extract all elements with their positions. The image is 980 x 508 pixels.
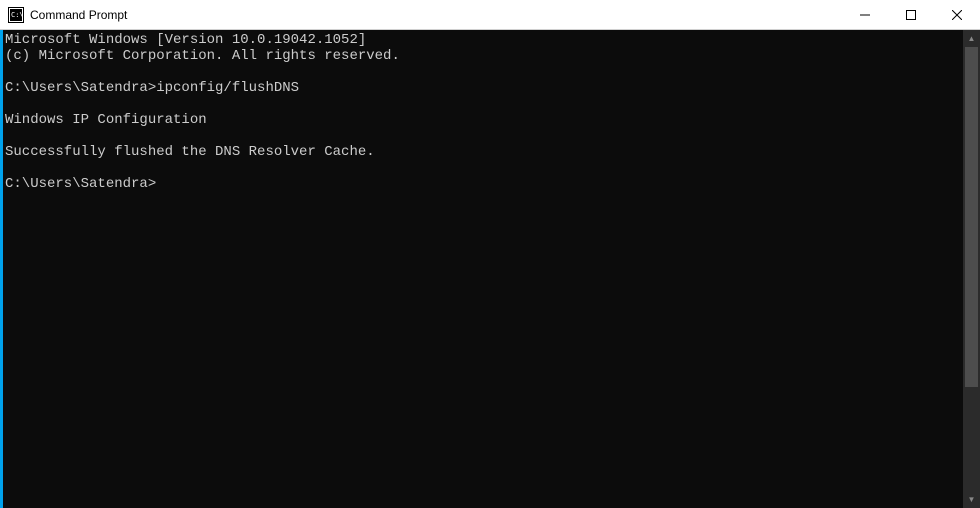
minimize-button[interactable] [842,0,888,29]
client-area: Microsoft Windows [Version 10.0.19042.10… [0,30,980,508]
svg-text:C:\: C:\ [11,11,24,19]
window-title: Command Prompt [30,8,127,22]
scroll-down-arrow-icon[interactable]: ▼ [963,491,980,508]
terminal-line: Microsoft Windows [Version 10.0.19042.10… [5,32,366,48]
close-button[interactable] [934,0,980,29]
terminal-line: C:\Users\Satendra> [5,176,156,192]
maximize-button[interactable] [888,0,934,29]
command-prompt-window: C:\ Command Prompt Microsoft Windows [Ve… [0,0,980,508]
scrollbar-thumb[interactable] [965,47,978,387]
terminal-line: Windows IP Configuration [5,112,207,128]
terminal-line: (c) Microsoft Corporation. All rights re… [5,48,400,64]
terminal-line: Successfully flushed the DNS Resolver Ca… [5,144,375,160]
terminal-output[interactable]: Microsoft Windows [Version 10.0.19042.10… [3,30,963,508]
cmd-icon: C:\ [8,7,24,23]
window-controls [842,0,980,29]
titlebar[interactable]: C:\ Command Prompt [0,0,980,30]
vertical-scrollbar[interactable]: ▲ ▼ [963,30,980,508]
terminal-line: C:\Users\Satendra>ipconfig/flushDNS [5,80,299,96]
scroll-up-arrow-icon[interactable]: ▲ [963,30,980,47]
